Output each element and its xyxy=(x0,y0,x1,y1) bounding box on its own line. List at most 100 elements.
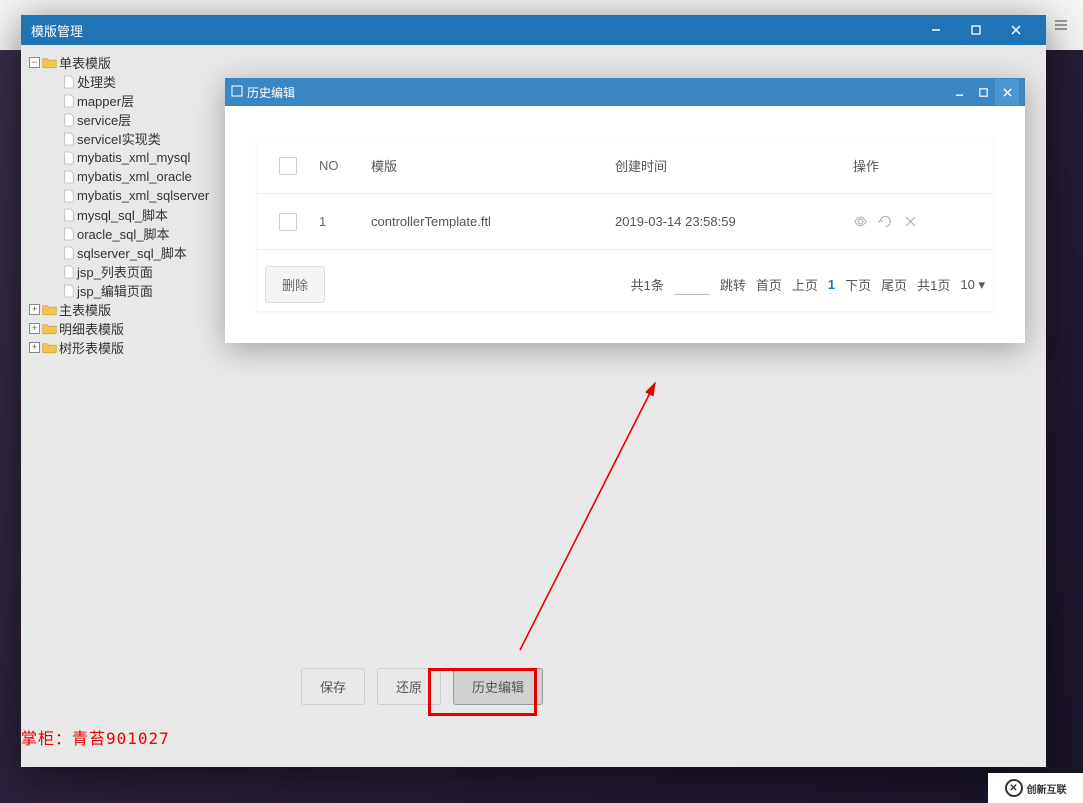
pager-current: 1 xyxy=(828,277,835,292)
table-row: 1 controllerTemplate.ftl 2019-03-14 23:5… xyxy=(257,194,993,250)
folder-icon xyxy=(42,341,57,354)
tree-item[interactable]: serviceI实现类 xyxy=(25,129,227,148)
tree-label: jsp_编辑页面 xyxy=(77,281,153,300)
tree-item[interactable]: oracle_sql_脚本 xyxy=(25,224,227,243)
pager-total: 共1条 xyxy=(631,275,664,294)
modal-minimize-icon[interactable] xyxy=(947,79,971,105)
logo-text: 创新互联 xyxy=(1027,781,1067,796)
expand-icon[interactable]: + xyxy=(29,323,40,334)
expand-icon[interactable]: + xyxy=(29,304,40,315)
pager-size-select[interactable]: 10 ▾ xyxy=(960,277,985,293)
tree-label: mapper层 xyxy=(77,91,134,110)
save-button[interactable]: 保存 xyxy=(301,668,365,705)
tree-item[interactable]: mapper层 xyxy=(25,91,227,110)
tree-panel: − 单表模版 处理类 mapper层 service层 serviceI实现类 … xyxy=(21,45,231,767)
tree-item[interactable]: jsp_列表页面 xyxy=(25,262,227,281)
view-icon[interactable] xyxy=(853,214,868,229)
tree-label: oracle_sql_脚本 xyxy=(77,224,170,243)
history-modal: 历史编辑 NO 模版 创建时间 操作 1 controllerTemplate.… xyxy=(225,78,1025,343)
pager-page-input[interactable] xyxy=(674,275,710,295)
modal-controls xyxy=(947,79,1019,105)
modal-titlebar: 历史编辑 xyxy=(225,78,1025,106)
modal-close-icon[interactable] xyxy=(995,79,1019,105)
file-icon xyxy=(63,208,75,222)
tree-label: 树形表模版 xyxy=(59,338,124,357)
close-icon[interactable] xyxy=(996,16,1036,44)
pager-prev[interactable]: 上页 xyxy=(792,275,818,294)
tree-label: 明细表模版 xyxy=(59,319,124,338)
logo-icon: ✕ xyxy=(1005,779,1023,797)
tree-root-0[interactable]: − 单表模版 xyxy=(25,53,227,72)
pager-last[interactable]: 尾页 xyxy=(881,275,907,294)
main-window-titlebar: 模版管理 xyxy=(21,15,1046,45)
pager-next[interactable]: 下页 xyxy=(845,275,871,294)
tree-label: mysql_sql_脚本 xyxy=(77,205,168,224)
delete-button[interactable]: 删除 xyxy=(265,266,325,303)
tree-label: mybatis_xml_sqlserver xyxy=(77,188,209,203)
tree-root-3[interactable]: + 树形表模版 xyxy=(25,338,227,357)
tree-item[interactable]: service层 xyxy=(25,110,227,129)
file-icon xyxy=(63,75,75,89)
file-icon xyxy=(63,113,75,127)
collapse-icon[interactable]: − xyxy=(29,57,40,68)
col-time: 创建时间 xyxy=(615,156,853,175)
row-checkbox[interactable] xyxy=(279,213,297,231)
tree-item[interactable]: mybatis_xml_oracle xyxy=(25,167,227,186)
folder-open-icon xyxy=(42,56,57,69)
pagination: 共1条 跳转 首页 上页 1 下页 尾页 共1页 10 ▾ xyxy=(631,275,985,295)
tree-item[interactable]: 处理类 xyxy=(25,72,227,91)
main-window-title: 模版管理 xyxy=(31,21,83,40)
undo-icon[interactable] xyxy=(878,214,893,229)
tree-item[interactable]: jsp_编辑页面 xyxy=(25,281,227,300)
file-icon xyxy=(63,132,75,146)
cell-time: 2019-03-14 23:58:59 xyxy=(615,214,853,229)
window-controls xyxy=(916,16,1036,44)
file-icon xyxy=(63,284,75,298)
cell-action xyxy=(853,214,993,229)
modal-title-icon xyxy=(231,85,243,100)
tree-label: serviceI实现类 xyxy=(77,129,161,148)
tree-item[interactable]: sqlserver_sql_脚本 xyxy=(25,243,227,262)
tree-label: jsp_列表页面 xyxy=(77,262,153,281)
col-template: 模版 xyxy=(371,156,615,175)
col-action: 操作 xyxy=(853,156,993,175)
pager-pages: 共1页 xyxy=(917,275,950,294)
tree-item[interactable]: mysql_sql_脚本 xyxy=(25,205,227,224)
modal-maximize-icon[interactable] xyxy=(971,79,995,105)
pager-jump[interactable]: 跳转 xyxy=(720,275,746,294)
delete-icon[interactable] xyxy=(903,214,918,229)
brand-logo: ✕ 创新互联 xyxy=(988,773,1083,803)
file-icon xyxy=(63,227,75,241)
tree-label: sqlserver_sql_脚本 xyxy=(77,243,187,262)
hamburger-icon[interactable] xyxy=(1047,11,1075,39)
pager-first[interactable]: 首页 xyxy=(756,275,782,294)
table-footer: 删除 共1条 跳转 首页 上页 1 下页 尾页 共1页 10 ▾ xyxy=(257,250,993,311)
file-icon xyxy=(63,265,75,279)
tree-root-1[interactable]: + 主表模版 xyxy=(25,300,227,319)
tree-label: mybatis_xml_oracle xyxy=(77,169,192,184)
table-header: NO 模版 创建时间 操作 xyxy=(257,138,993,194)
check-all-checkbox[interactable] xyxy=(279,157,297,175)
tree-label: mybatis_xml_mysql xyxy=(77,150,190,165)
folder-icon xyxy=(42,303,57,316)
tree-label: 处理类 xyxy=(77,72,116,91)
expand-icon[interactable]: + xyxy=(29,342,40,353)
cell-template: controllerTemplate.ftl xyxy=(371,214,615,229)
tree-label: 单表模版 xyxy=(59,53,111,72)
file-icon xyxy=(63,94,75,108)
file-icon xyxy=(63,151,75,165)
watermark-text: 掌柜：青苔901027 xyxy=(21,725,170,749)
highlight-annotation xyxy=(428,668,537,716)
maximize-icon[interactable] xyxy=(956,16,996,44)
tree-label: 主表模版 xyxy=(59,300,111,319)
file-icon xyxy=(63,189,75,203)
minimize-icon[interactable] xyxy=(916,16,956,44)
folder-icon xyxy=(42,322,57,335)
tree-root-2[interactable]: + 明细表模版 xyxy=(25,319,227,338)
tree-label: service层 xyxy=(77,110,131,129)
tree-item[interactable]: mybatis_xml_sqlserver xyxy=(25,186,227,205)
tree-item[interactable]: mybatis_xml_mysql xyxy=(25,148,227,167)
table-panel: NO 模版 创建时间 操作 1 controllerTemplate.ftl 2… xyxy=(257,138,993,311)
modal-body: NO 模版 创建时间 操作 1 controllerTemplate.ftl 2… xyxy=(225,106,1025,343)
modal-title-text: 历史编辑 xyxy=(247,84,295,101)
